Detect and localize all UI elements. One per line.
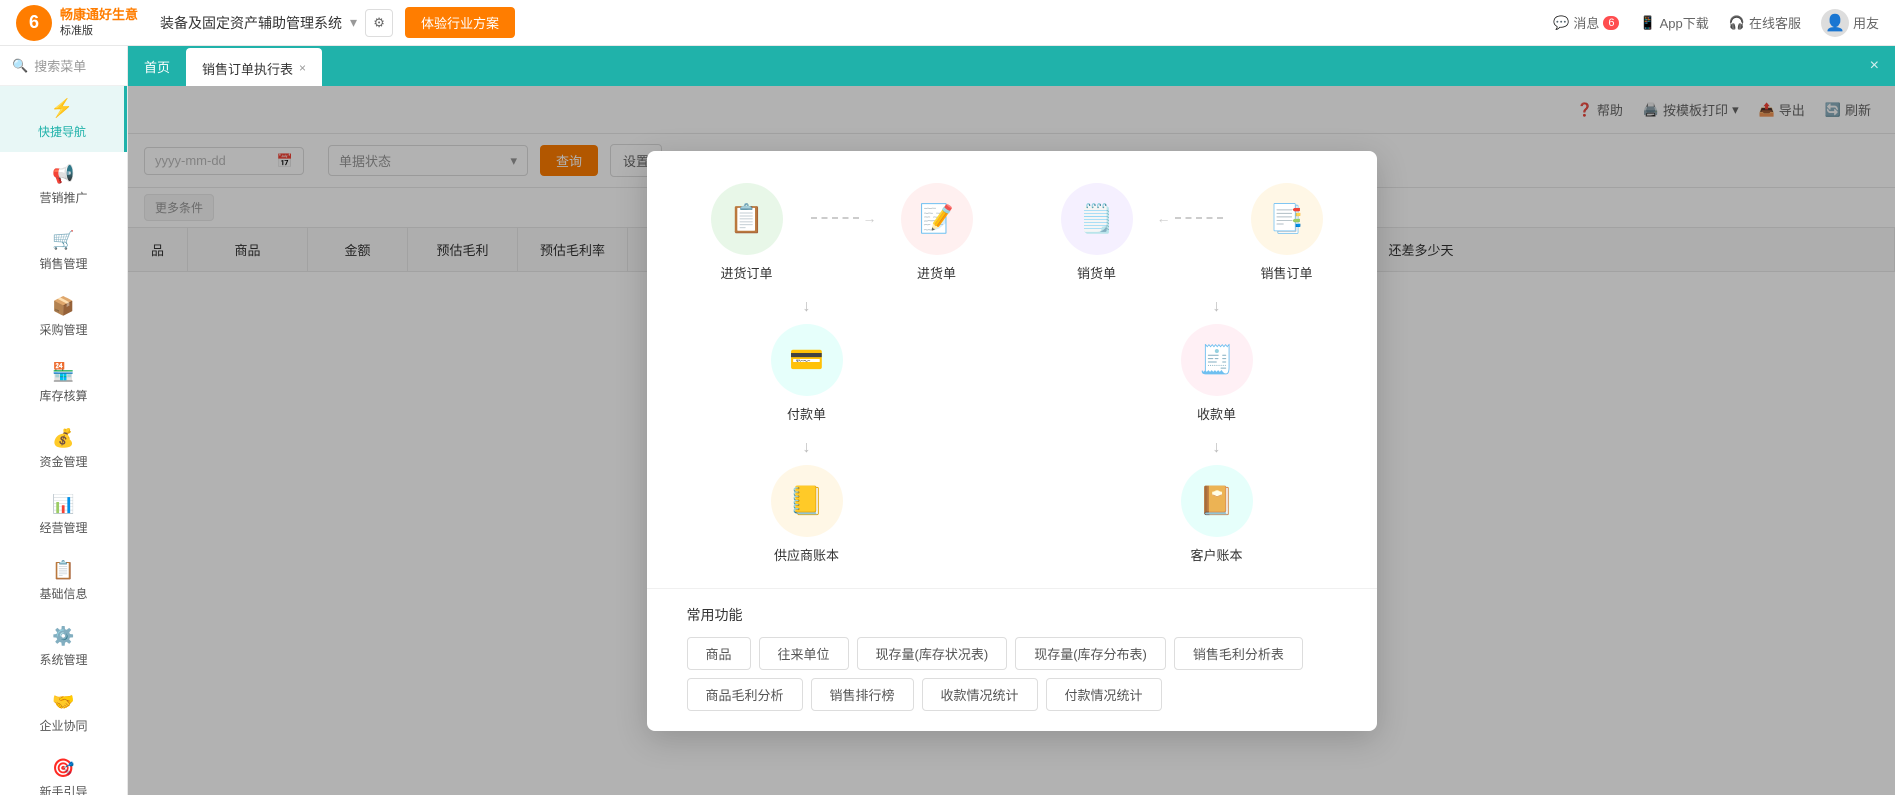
- arrow-left-1: ←: [1157, 210, 1171, 226]
- func-btn-4[interactable]: 销售毛利分析表: [1174, 637, 1303, 670]
- flow-node-customer-ledger[interactable]: 📔 客户账本: [1157, 465, 1277, 564]
- logo-icon: 6: [16, 5, 52, 41]
- finance-icon: 💰: [52, 428, 74, 449]
- tab-close-icon[interactable]: ×: [299, 61, 306, 75]
- arrow-right-1: →: [863, 210, 877, 226]
- func-btn-6[interactable]: 销售排行榜: [811, 678, 914, 711]
- sales-order-label: 销售订单: [1260, 263, 1312, 282]
- flow-node-purchase-order[interactable]: 📋 进货订单: [687, 183, 807, 282]
- modal-overlay[interactable]: 📋 进货订单 →: [128, 86, 1895, 795]
- func-btn-7[interactable]: 收款情况统计: [922, 678, 1038, 711]
- down-arrow-sales: ↓: [1213, 298, 1221, 316]
- down-arrow-payment: ↓: [803, 439, 811, 457]
- flow-node-purchase-bill[interactable]: 📝 进货单: [877, 183, 997, 282]
- sidebar-item-sales[interactable]: 🛒 销售管理: [0, 218, 127, 284]
- sales-bill-icon: 🗒️: [1061, 183, 1133, 255]
- supplier-ledger-label: 供应商账本: [774, 545, 839, 564]
- phone-icon: 📱: [1639, 15, 1655, 31]
- sidebar-item-system[interactable]: ⚙️ 系统管理: [0, 614, 127, 680]
- online-service-item[interactable]: 🎧 在线客服: [1729, 13, 1801, 32]
- func-btn-2[interactable]: 现存量(库存状况表): [857, 637, 1008, 670]
- customer-ledger-icon: 📔: [1181, 465, 1253, 537]
- brand-text: 畅康通好生意 标准版: [60, 7, 138, 38]
- arrow-dashed-1: [811, 217, 859, 219]
- sidebar-item-basic[interactable]: 📋 基础信息: [0, 548, 127, 614]
- page-content: ❓ 帮助 🖨️ 按模板打印 ▾ 📤 导出: [128, 86, 1895, 795]
- dropdown-arrow-icon[interactable]: ▾: [350, 14, 357, 31]
- purchase-order-label: 进货订单: [720, 263, 772, 282]
- gear-button[interactable]: ⚙: [365, 9, 393, 37]
- sidebar: 🔍 搜索菜单 ⚡ 快捷导航 📢 营销推广 🛒 销售管理 📦 采购管理 🏪: [0, 46, 128, 795]
- avatar: 👤: [1821, 9, 1849, 37]
- func-buttons: 商品 往来单位 现存量(库存状况表) 现存量(库存分布表) 销售毛利分析表 商品…: [687, 637, 1337, 711]
- receipt-icon: 🧾: [1181, 324, 1253, 396]
- inventory-icon: 🏪: [52, 362, 74, 383]
- down-arrow-receipt: ↓: [1213, 439, 1221, 457]
- purchase-bill-label: 进货单: [917, 263, 956, 282]
- content-area: 首页 销售订单执行表 × × ❓ 帮助: [128, 46, 1895, 795]
- payment-label: 付款单: [787, 404, 826, 423]
- func-btn-8[interactable]: 付款情况统计: [1046, 678, 1162, 711]
- flow-node-supplier-ledger[interactable]: 📒 供应商账本: [747, 465, 867, 564]
- operation-icon: 📊: [52, 494, 74, 515]
- system-title: 装备及固定资产辅助管理系统 ▾: [160, 13, 357, 33]
- sidebar-item-marketing[interactable]: 📢 营销推广: [0, 152, 127, 218]
- top-right-area: 💬 消息 6 📱 App下载 🎧 在线客服 👤 用友: [1553, 9, 1879, 37]
- user-item[interactable]: 👤 用友: [1821, 9, 1879, 37]
- func-btn-5[interactable]: 商品毛利分析: [687, 678, 803, 711]
- common-functions: 常用功能 商品 往来单位 现存量(库存状况表) 现存量(库存分布表) 销售毛利分…: [647, 588, 1377, 731]
- sidebar-item-inventory[interactable]: 🏪 库存核算: [0, 350, 127, 416]
- tab-bar: 首页 销售订单执行表 × ×: [128, 46, 1895, 86]
- sales-icon: 🛒: [52, 230, 74, 251]
- down-arrow-purchase: ↓: [803, 298, 811, 316]
- quick-icon: ⚡: [51, 98, 73, 119]
- payment-icon: 💳: [771, 324, 843, 396]
- modal: 📋 进货订单 →: [647, 151, 1377, 731]
- customer-ledger-label: 客户账本: [1190, 545, 1242, 564]
- message-badge: 6: [1603, 16, 1619, 30]
- scroll-right-btn[interactable]: ›: [1333, 729, 1337, 731]
- tab-home[interactable]: 首页: [128, 46, 186, 86]
- func-btn-0[interactable]: 商品: [687, 637, 751, 670]
- sidebar-item-newbie[interactable]: 🎯 新手引导: [0, 746, 127, 795]
- marketing-icon: 📢: [52, 164, 74, 185]
- func-btn-1[interactable]: 往来单位: [759, 637, 849, 670]
- sidebar-item-quick[interactable]: ⚡ 快捷导航: [0, 86, 127, 152]
- arrow-dashed-2: [1175, 217, 1223, 219]
- message-icon: 💬: [1553, 15, 1569, 31]
- scroll-left-btn[interactable]: ‹: [687, 729, 691, 731]
- sidebar-search[interactable]: 🔍 搜索菜单: [0, 46, 127, 86]
- headset-icon: 🎧: [1729, 15, 1745, 31]
- common-func-title: 常用功能: [687, 605, 1337, 625]
- flow-node-payment[interactable]: 💳 付款单: [747, 324, 867, 423]
- search-icon: 🔍: [12, 58, 28, 74]
- sidebar-item-purchase[interactable]: 📦 采购管理: [0, 284, 127, 350]
- sales-order-icon: 📑: [1251, 183, 1323, 255]
- purchase-bill-icon: 📝: [901, 183, 973, 255]
- func-btn-3[interactable]: 现存量(库存分布表): [1015, 637, 1166, 670]
- logo: 6 畅康通好生意 标准版: [16, 5, 144, 41]
- system-icon: ⚙️: [52, 626, 74, 647]
- flow-node-sales-bill[interactable]: 🗒️ 销货单: [1037, 183, 1157, 282]
- newbie-icon: 🎯: [52, 758, 74, 779]
- basic-icon: 📋: [52, 560, 74, 581]
- sidebar-item-finance[interactable]: 💰 资金管理: [0, 416, 127, 482]
- sales-bill-label: 销货单: [1077, 263, 1116, 282]
- app-download-item[interactable]: 📱 App下载: [1639, 13, 1708, 32]
- experience-btn[interactable]: 体验行业方案: [405, 7, 515, 38]
- supplier-ledger-icon: 📒: [771, 465, 843, 537]
- receipt-label: 收款单: [1197, 404, 1236, 423]
- message-item[interactable]: 💬 消息 6: [1553, 13, 1619, 32]
- flow-node-sales-order[interactable]: 📑 销售订单: [1227, 183, 1347, 282]
- enterprise-icon: 🤝: [52, 692, 74, 713]
- sidebar-item-enterprise[interactable]: 🤝 企业协同: [0, 680, 127, 746]
- sidebar-item-operation[interactable]: 📊 经营管理: [0, 482, 127, 548]
- purchase-icon: 📦: [52, 296, 74, 317]
- tab-sales-order[interactable]: 销售订单执行表 ×: [186, 48, 322, 88]
- flow-diagram: 📋 进货订单 →: [647, 151, 1377, 588]
- purchase-order-icon: 📋: [711, 183, 783, 255]
- tab-close-all-button[interactable]: ×: [1870, 57, 1879, 75]
- flow-node-receipt[interactable]: 🧾 收款单: [1157, 324, 1277, 423]
